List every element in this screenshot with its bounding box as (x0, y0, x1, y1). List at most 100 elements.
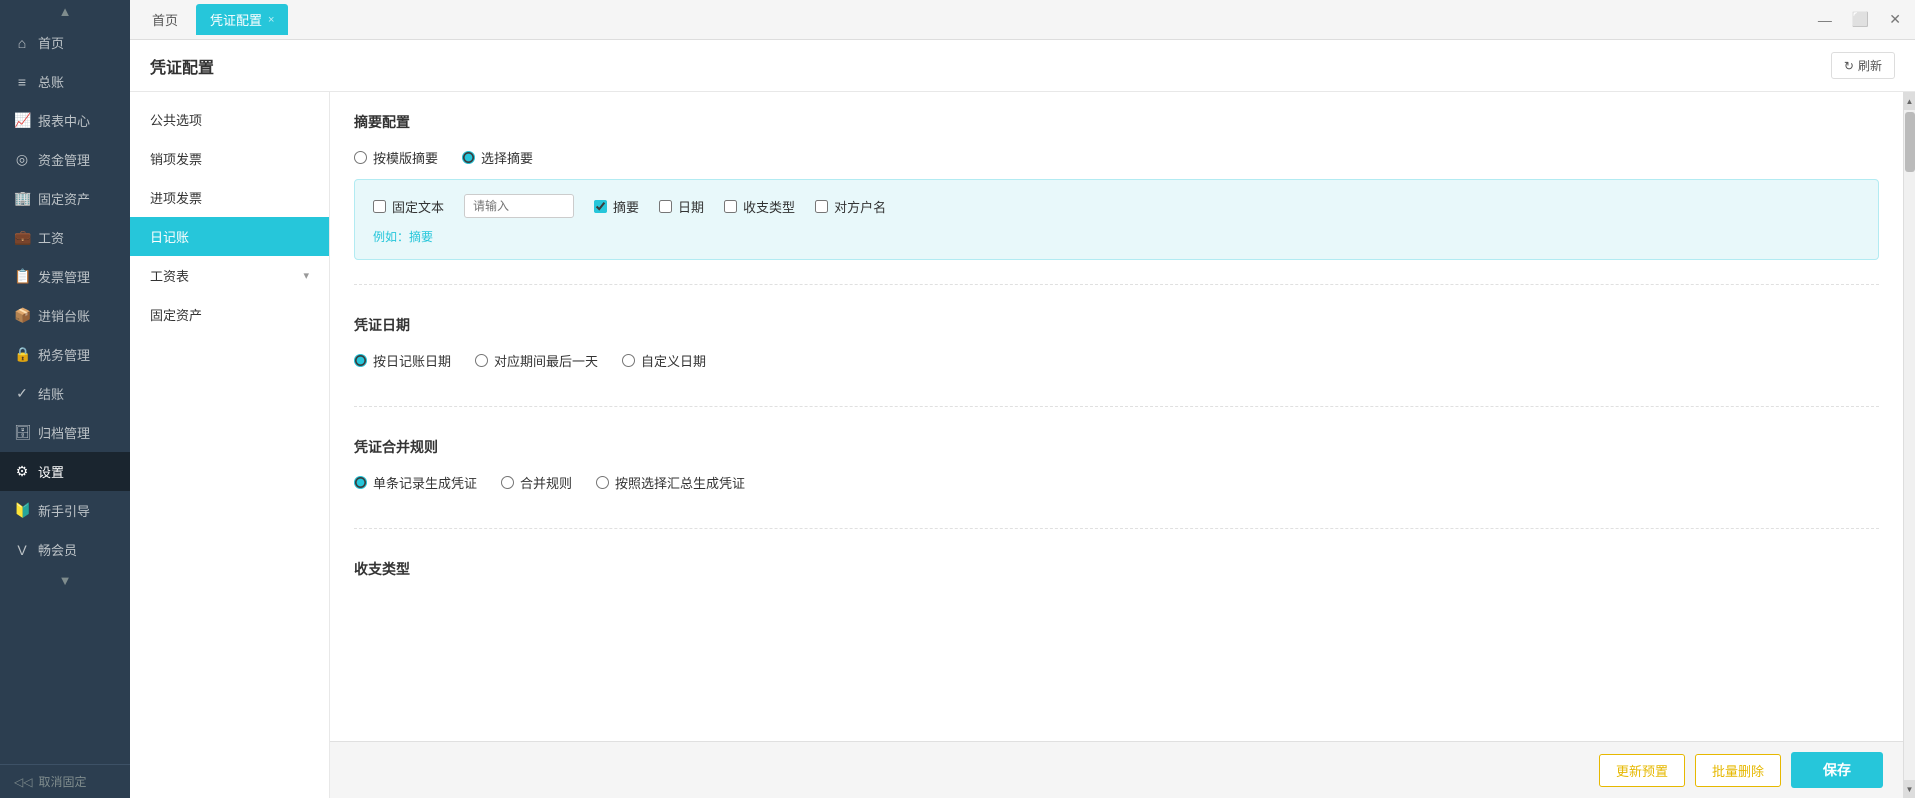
radio-by-journal-date[interactable]: 按日记账日期 (354, 351, 451, 370)
sidebar-scroll-up[interactable]: ▲ (0, 0, 130, 23)
sidebar-item-archive-label: 归档管理 (38, 423, 90, 442)
checkbox-income-type-label: 收支类型 (743, 197, 795, 216)
checkbox-counterparty-input[interactable] (815, 200, 828, 213)
scrollbar-down-arrow[interactable]: ▼ (1904, 780, 1915, 798)
sidebar-item-close[interactable]: ✓ 结账 (0, 374, 130, 413)
summary-options-box: 固定文本 摘要 日期 (354, 179, 1879, 260)
radio-select-merge[interactable]: 按照选择汇总生成凭证 (596, 473, 745, 492)
tab-home-label: 首页 (152, 10, 178, 29)
radio-single-record[interactable]: 单条记录生成凭证 (354, 473, 477, 492)
sidebar-item-payroll[interactable]: 💼 工资 (0, 218, 130, 257)
radio-merge-rules[interactable]: 合并规则 (501, 473, 572, 492)
radio-custom-date[interactable]: 自定义日期 (622, 351, 706, 370)
section-voucher-date: 凭证日期 按日记账日期 对应期间最后一天 自定义日期 (354, 315, 1879, 407)
checkbox-date-input[interactable] (659, 200, 672, 213)
unpin-label: 取消固定 (38, 773, 86, 790)
left-nav-sales-invoice[interactable]: 销项发票 (130, 139, 329, 178)
sidebar-scroll-down[interactable]: ▼ (0, 569, 130, 592)
summary-checkboxes: 固定文本 摘要 日期 (373, 194, 1860, 218)
radio-journal-date-input[interactable] (354, 354, 367, 367)
sidebar-item-member[interactable]: V 畅会员 (0, 530, 130, 569)
left-nav-public[interactable]: 公共选项 (130, 100, 329, 139)
sidebar-item-tax[interactable]: 🔒 税务管理 (0, 335, 130, 374)
radio-last-day-input[interactable] (475, 354, 488, 367)
summary-radio-group: 按模版摘要 选择摘要 (354, 148, 1879, 167)
checkbox-income-type[interactable]: 收支类型 (724, 197, 795, 216)
radio-select-summary[interactable]: 选择摘要 (462, 148, 533, 167)
sidebar-item-tax-label: 税务管理 (38, 345, 90, 364)
sidebar-item-purchase-sales[interactable]: 📦 进销台账 (0, 296, 130, 335)
sidebar-item-guide[interactable]: 🔰 新手引导 (0, 491, 130, 530)
section-income-type: 收支类型 (354, 559, 1879, 619)
checkbox-summary-label: 摘要 (613, 197, 639, 216)
left-nav-fixed-assets[interactable]: 固定资产 (130, 295, 329, 334)
checkbox-counterparty-label: 对方户名 (834, 197, 886, 216)
minimize-button[interactable]: — (1812, 9, 1838, 30)
sidebar-item-invoice-mgmt-label: 发票管理 (38, 267, 90, 286)
refresh-label: 刷新 (1858, 57, 1882, 74)
checkbox-counterparty[interactable]: 对方户名 (815, 197, 886, 216)
unpin-icon: ◁◁ (14, 775, 32, 789)
invoice-mgmt-icon: 📋 (14, 268, 30, 285)
checkbox-fixed-text-input[interactable] (373, 200, 386, 213)
radio-select-input[interactable] (462, 151, 475, 164)
maximize-button[interactable]: ⬜ (1846, 9, 1875, 30)
radio-last-day[interactable]: 对应期间最后一天 (475, 351, 598, 370)
sidebar-item-invoice-mgmt[interactable]: 📋 发票管理 (0, 257, 130, 296)
section-summary-title: 摘要配置 (354, 112, 1879, 132)
sidebar-item-member-label: 畅会员 (38, 540, 77, 559)
radio-merge-rules-input[interactable] (501, 476, 514, 489)
update-preview-button[interactable]: 更新预置 (1599, 754, 1685, 787)
tab-voucher-config[interactable]: 凭证配置 × (196, 4, 288, 35)
sidebar-item-reports-label: 报表中心 (38, 111, 90, 130)
radio-template-input[interactable] (354, 151, 367, 164)
fixed-text-input[interactable] (464, 194, 574, 218)
sidebar-item-settings-label: 设置 (38, 462, 64, 481)
sidebar-item-reports[interactable]: 📈 报表中心 (0, 101, 130, 140)
radio-select-merge-input[interactable] (596, 476, 609, 489)
left-nav-public-label: 公共选项 (150, 110, 202, 129)
chevron-down-icon: ▾ (303, 269, 309, 282)
checkbox-date-label: 日期 (678, 197, 704, 216)
checkbox-income-type-input[interactable] (724, 200, 737, 213)
scrollbar-thumb[interactable] (1905, 112, 1915, 172)
save-button[interactable]: 保存 (1791, 752, 1883, 788)
left-nav-purchase-invoice[interactable]: 进项发票 (130, 178, 329, 217)
right-content: 摘要配置 按模版摘要 选择摘要 (330, 92, 1903, 741)
refresh-button[interactable]: ↻ 刷新 (1831, 52, 1895, 79)
scrollbar-up-arrow[interactable]: ▲ (1904, 92, 1915, 110)
home-icon: ⌂ (14, 35, 30, 51)
sidebar-item-ledger[interactable]: ≡ 总账 (0, 62, 130, 101)
checkbox-summary-input[interactable] (594, 200, 607, 213)
sidebar-item-funds[interactable]: ◎ 资金管理 (0, 140, 130, 179)
sidebar-item-home[interactable]: ⌂ 首页 (0, 23, 130, 62)
sidebar-item-settings[interactable]: ⚙ 设置 (0, 452, 130, 491)
checkbox-summary[interactable]: 摘要 (594, 197, 639, 216)
checkbox-date[interactable]: 日期 (659, 197, 704, 216)
radio-select-merge-label: 按照选择汇总生成凭证 (615, 473, 745, 492)
checkbox-fixed-text[interactable]: 固定文本 (373, 197, 444, 216)
tab-close-icon[interactable]: × (268, 14, 274, 26)
left-nav-journal[interactable]: 日记账 (130, 217, 329, 256)
sidebar-item-fixed-assets-label: 固定资产 (38, 189, 90, 208)
sidebar-item-funds-label: 资金管理 (38, 150, 90, 169)
sidebar-unpin-button[interactable]: ◁◁ 取消固定 (0, 764, 130, 798)
left-nav: 公共选项 销项发票 进项发票 日记账 工资表 ▾ 固定资产 (130, 92, 330, 798)
radio-template-summary[interactable]: 按模版摘要 (354, 148, 438, 167)
sidebar-item-ledger-label: 总账 (38, 72, 64, 91)
sidebar-item-close-label: 结账 (38, 384, 64, 403)
refresh-icon: ↻ (1844, 59, 1854, 73)
left-nav-payroll-table[interactable]: 工资表 ▾ (130, 256, 329, 295)
sidebar-item-purchase-sales-label: 进销台账 (38, 306, 90, 325)
tab-home[interactable]: 首页 (138, 4, 192, 35)
radio-custom-date-label: 自定义日期 (641, 351, 706, 370)
page-header: 凭证配置 ↻ 刷新 (130, 40, 1915, 92)
window-close-button[interactable]: ✕ (1883, 9, 1907, 30)
sidebar-item-archive[interactable]: 🗄 归档管理 (0, 413, 130, 452)
radio-single-record-input[interactable] (354, 476, 367, 489)
batch-delete-button[interactable]: 批量删除 (1695, 754, 1781, 787)
radio-custom-date-input[interactable] (622, 354, 635, 367)
sidebar-item-fixed-assets[interactable]: 🏢 固定资产 (0, 179, 130, 218)
bottom-action-bar: 更新预置 批量删除 保存 (330, 741, 1903, 798)
checkbox-fixed-text-label: 固定文本 (392, 197, 444, 216)
